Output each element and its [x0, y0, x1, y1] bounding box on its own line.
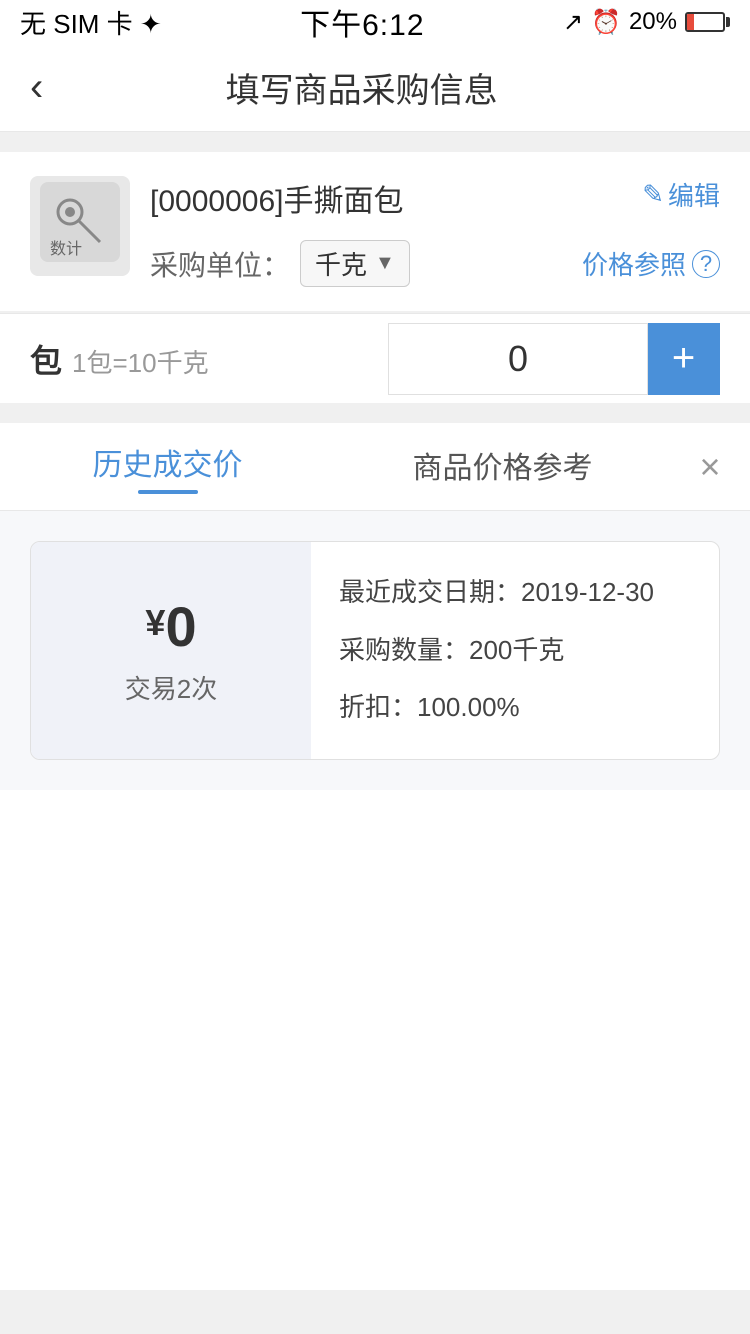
trade-quantity-label: 采购数量： [339, 635, 469, 665]
trade-card-right: 最近成交日期：2019-12-30 采购数量：200千克 折扣：100.00% [311, 542, 719, 759]
status-bar: 无 SIM 卡 ✦ 下午6:12 ↗ ⏰ 20% [0, 0, 750, 44]
edit-label: 编辑 [668, 176, 720, 213]
trade-discount-label: 折扣： [339, 692, 417, 722]
chevron-down-icon: ▼ [375, 252, 395, 275]
product-name: [0000006]手撕面包 [150, 176, 403, 220]
price-ref-label: 价格参照 [582, 245, 686, 282]
unit-value: 千克 [315, 245, 367, 282]
product-image: 数计 [30, 176, 130, 276]
quantity-unit-main: 包 [30, 336, 62, 382]
price-value: 0 [165, 595, 196, 658]
trade-quantity-value: 200千克 [469, 635, 564, 665]
quantity-unit-sub: 1包=10千克 [72, 343, 209, 380]
separator [0, 403, 750, 423]
quantity-row: 包 1包=10千克 + [0, 313, 750, 403]
tab-content: ¥0 交易2次 最近成交日期：2019-12-30 采购数量：200千克 折扣：… [0, 511, 750, 790]
battery-icon [685, 12, 730, 32]
tab-header: 历史成交价 商品价格参考 × [0, 423, 750, 511]
nav-arrow-icon: ↗ [563, 8, 583, 37]
edit-button[interactable]: ✎ 编辑 [642, 176, 720, 213]
tab-product-price[interactable]: 商品价格参考 [335, 423, 670, 510]
trade-card: ¥0 交易2次 最近成交日期：2019-12-30 采购数量：200千克 折扣：… [30, 541, 720, 760]
help-icon: ? [692, 250, 720, 278]
battery-percent: 20% [629, 8, 677, 36]
product-info: [0000006]手撕面包 ✎ 编辑 采购单位： 千克 ▼ 价格参照 ? [150, 176, 720, 287]
unit-select[interactable]: 千克 ▼ [300, 240, 410, 287]
sim-label: 无 SIM 卡 ✦ [20, 4, 162, 41]
tab-close-button[interactable]: × [670, 423, 750, 510]
product-unit-row: 采购单位： 千克 ▼ 价格参照 ? [150, 240, 720, 287]
trade-date-value: 2019-12-30 [521, 577, 654, 607]
quantity-input-area: + [209, 323, 720, 395]
status-right: ↗ ⏰ 20% [563, 8, 730, 37]
status-left: 无 SIM 卡 ✦ [20, 4, 162, 41]
edit-icon: ✎ [642, 179, 664, 210]
product-logo: 数计 [40, 182, 120, 270]
currency-symbol: ¥ [145, 602, 165, 644]
alarm-icon: ⏰ [591, 8, 621, 37]
trade-count: 交易2次 [125, 669, 217, 706]
status-time: 下午6:12 [300, 0, 424, 44]
tab-product-price-label: 商品价格参考 [413, 443, 593, 487]
page-title: 填写商品采购信息 [63, 63, 660, 112]
tab-active-indicator [138, 490, 198, 494]
product-header: [0000006]手撕面包 ✎ 编辑 [150, 176, 720, 220]
back-button[interactable]: ‹ [30, 65, 43, 110]
trade-price: ¥0 [145, 594, 196, 659]
trade-quantity-row: 采购数量：200千克 [339, 630, 691, 672]
trade-date-row: 最近成交日期：2019-12-30 [339, 572, 691, 614]
trade-date-label: 最近成交日期： [339, 577, 521, 607]
trade-discount-row: 折扣：100.00% [339, 687, 691, 729]
tab-panel: 历史成交价 商品价格参考 × ¥0 交易2次 最近成交日期：2019-12-30… [0, 423, 750, 790]
tab-history-price-label: 历史成交价 [93, 440, 243, 484]
product-card: 数计 [0000006]手撕面包 ✎ 编辑 采购单位： 千克 ▼ 价格参照 ? [0, 152, 750, 311]
bottom-area [0, 790, 750, 1290]
nav-bar: ‹ 填写商品采购信息 [0, 44, 750, 132]
trade-discount-value: 100.00% [417, 692, 520, 722]
price-ref-button[interactable]: 价格参照 ? [582, 245, 720, 282]
unit-label: 采购单位： [150, 244, 290, 284]
quantity-input[interactable] [388, 323, 648, 395]
trade-card-left: ¥0 交易2次 [31, 542, 311, 759]
quantity-unit: 包 1包=10千克 [30, 336, 209, 382]
tab-history-price[interactable]: 历史成交价 [0, 423, 335, 510]
quantity-plus-button[interactable]: + [648, 323, 720, 395]
svg-text:数计: 数计 [50, 240, 82, 258]
